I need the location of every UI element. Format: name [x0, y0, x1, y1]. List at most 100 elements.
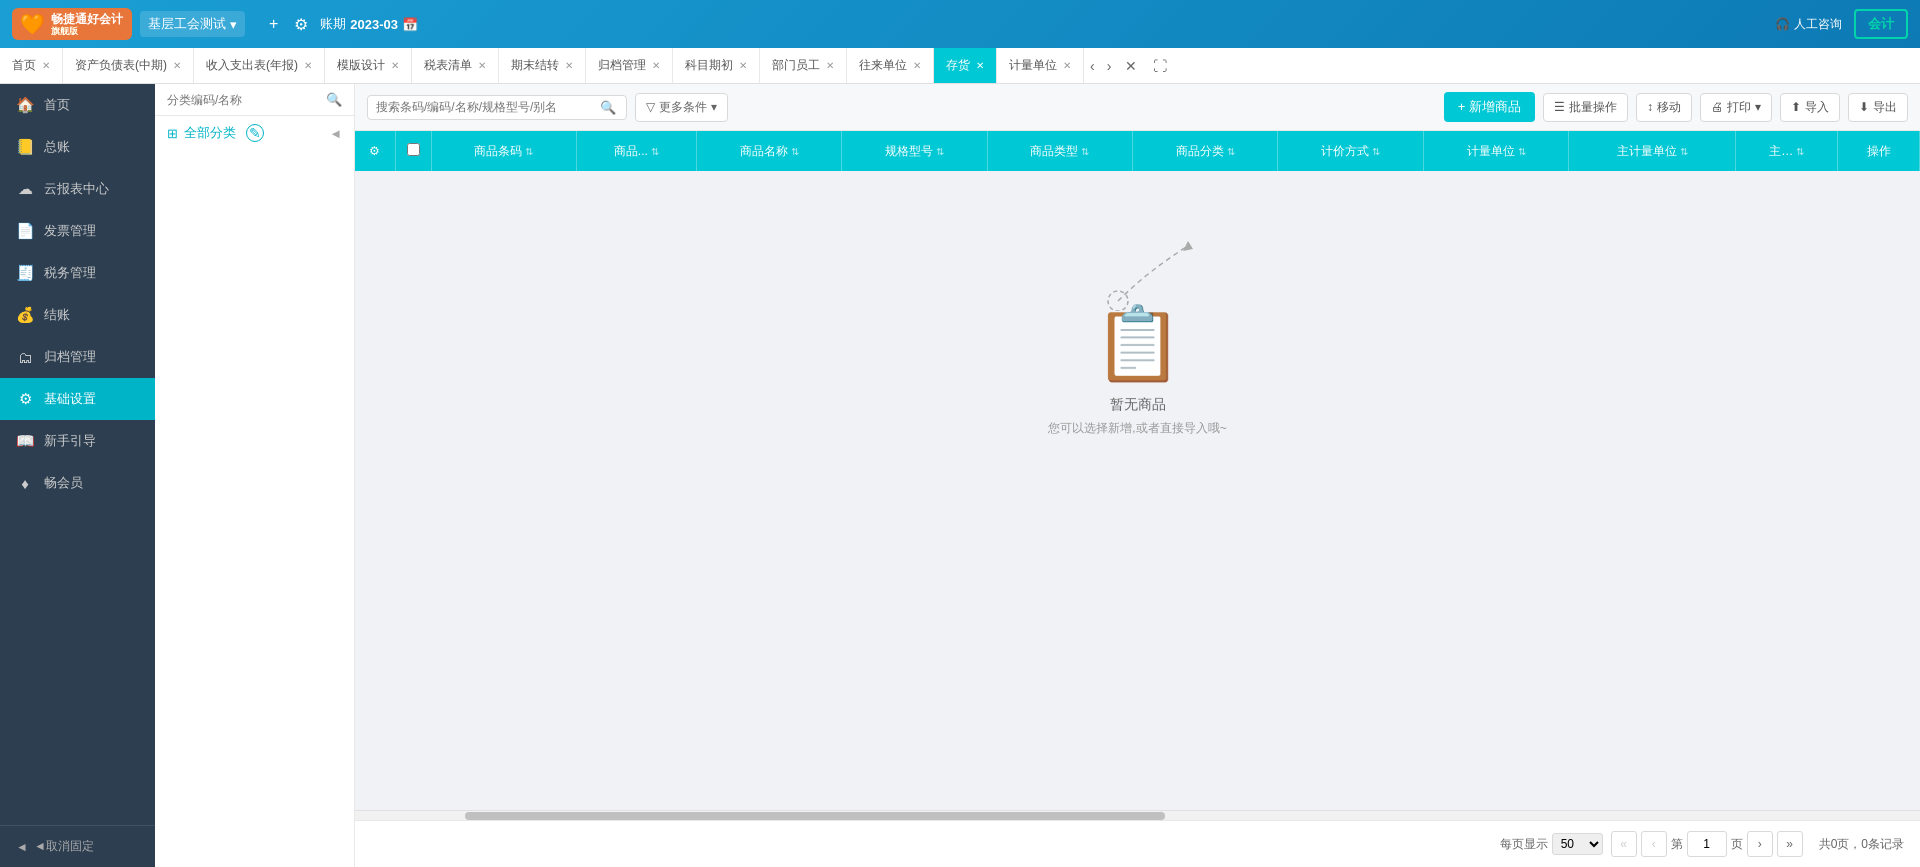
- tab-archive[interactable]: 归档管理 ✕: [586, 48, 673, 84]
- tab-tax-list[interactable]: 税表清单 ✕: [412, 48, 499, 84]
- col-main-unit-sort-icon[interactable]: ⇅: [1680, 146, 1688, 157]
- account-button[interactable]: 会计: [1854, 9, 1908, 39]
- sidebar-item-archive[interactable]: 🗂 归档管理: [0, 336, 155, 378]
- col-extra-sort-icon[interactable]: ⇅: [1796, 146, 1804, 157]
- empty-icon: 📋: [1093, 301, 1183, 386]
- sidebar-item-member[interactable]: ♦ 畅会员: [0, 462, 155, 504]
- col-unit-sort-icon[interactable]: ⇅: [1518, 146, 1526, 157]
- product-search-icon[interactable]: 🔍: [600, 100, 616, 115]
- col-unit-label: 计量单位: [1467, 143, 1515, 160]
- sidebar-item-guide-label: 新手引导: [44, 432, 96, 450]
- page-prev-button[interactable]: ‹: [1641, 831, 1667, 857]
- tab-subject-init[interactable]: 科目期初 ✕: [673, 48, 760, 84]
- page-first-button[interactable]: «: [1611, 831, 1637, 857]
- page-number-input[interactable]: [1687, 831, 1727, 857]
- sidebar-item-settings[interactable]: ⚙ 基础设置: [0, 378, 155, 420]
- tab-unit[interactable]: 计量单位 ✕: [997, 48, 1084, 84]
- tab-period-close[interactable]: ✕: [565, 60, 573, 71]
- tab-dept-close[interactable]: ✕: [826, 60, 834, 71]
- col-code-sort-icon[interactable]: ⇅: [651, 146, 659, 157]
- tab-close-all[interactable]: ✕: [1117, 48, 1145, 84]
- calendar-icon[interactable]: 📅: [402, 17, 418, 32]
- sidebar-item-ledger[interactable]: 📒 总账: [0, 126, 155, 168]
- tab-inventory-close[interactable]: ✕: [976, 60, 984, 71]
- page-next-button[interactable]: ›: [1747, 831, 1773, 857]
- tab-balance-sheet[interactable]: 资产负债表(中期) ✕: [63, 48, 194, 84]
- col-price-sort-icon[interactable]: ⇅: [1372, 146, 1380, 157]
- svg-marker-0: [1183, 241, 1193, 251]
- tab-subject-close[interactable]: ✕: [739, 60, 747, 71]
- tab-archive-close[interactable]: ✕: [652, 60, 660, 71]
- col-category: 商品分类 ⇅: [1133, 131, 1278, 171]
- tab-inventory[interactable]: 存货 ✕: [934, 48, 997, 84]
- col-type: 商品类型 ⇅: [987, 131, 1132, 171]
- sidebar-item-cloud-report[interactable]: ☁ 云报表中心: [0, 168, 155, 210]
- account-label: 会计: [1868, 16, 1894, 31]
- col-gear[interactable]: ⚙: [355, 131, 395, 171]
- col-main-unit-label: 主计量单位: [1617, 143, 1677, 160]
- print-button[interactable]: 🖨 打印 ▾: [1700, 93, 1772, 122]
- tab-tax-close[interactable]: ✕: [478, 60, 486, 71]
- tab-scroll-left[interactable]: ‹: [1084, 48, 1101, 84]
- tab-template[interactable]: 模版设计 ✕: [325, 48, 412, 84]
- col-category-sort-icon[interactable]: ⇅: [1227, 146, 1235, 157]
- horizontal-scrollbar-thumb[interactable]: [465, 812, 1165, 820]
- col-name-sort-icon[interactable]: ⇅: [791, 146, 799, 157]
- tab-home[interactable]: 首页 ✕: [0, 48, 63, 84]
- app-logo[interactable]: 🧡 畅捷通好会计 旗舰版: [12, 8, 132, 40]
- sidebar-item-guide[interactable]: 📖 新手引导: [0, 420, 155, 462]
- tab-expand[interactable]: ⛶: [1145, 48, 1175, 84]
- tab-contacts-close[interactable]: ✕: [913, 60, 921, 71]
- search-wrapper: 🔍: [367, 95, 627, 120]
- page-last-button[interactable]: »: [1777, 831, 1803, 857]
- more-filter-button[interactable]: ▽ 更多条件 ▾: [635, 93, 728, 122]
- tab-balance-close[interactable]: ✕: [173, 60, 181, 71]
- add-product-button[interactable]: + 新增商品: [1444, 92, 1535, 122]
- col-checkbox[interactable]: [395, 131, 431, 171]
- sidebar-item-settings-label: 基础设置: [44, 390, 96, 408]
- sidebar-item-settlement[interactable]: 💰 结账: [0, 294, 155, 336]
- col-spec: 规格型号 ⇅: [842, 131, 987, 171]
- empty-state: 📋 暂无商品 您可以选择新增,或者直接导入哦~: [355, 171, 1920, 497]
- col-name: 商品名称 ⇅: [696, 131, 841, 171]
- batch-op-label: 批量操作: [1569, 99, 1617, 116]
- col-spec-sort-icon[interactable]: ⇅: [936, 146, 944, 157]
- col-type-sort-icon[interactable]: ⇅: [1081, 146, 1089, 157]
- horizontal-scrollbar[interactable]: [355, 810, 1920, 820]
- category-search-bar: 🔍: [155, 84, 354, 116]
- tab-template-close[interactable]: ✕: [391, 60, 399, 71]
- category-edit-icon[interactable]: ✎: [246, 124, 264, 142]
- move-button[interactable]: ↕ 移动: [1636, 93, 1692, 122]
- sidebar-item-home[interactable]: 🏠 首页: [0, 84, 155, 126]
- category-search-icon[interactable]: 🔍: [326, 92, 342, 107]
- settings-icon[interactable]: ⚙: [290, 11, 312, 38]
- sidebar-item-invoice[interactable]: 📄 发票管理: [0, 210, 155, 252]
- category-collapse-icon[interactable]: ◄: [329, 126, 342, 141]
- product-search-input[interactable]: [376, 100, 596, 114]
- batch-op-button[interactable]: ☰ 批量操作: [1543, 93, 1628, 122]
- sidebar-item-tax[interactable]: 🧾 税务管理: [0, 252, 155, 294]
- pin-label: ◄取消固定: [34, 838, 94, 855]
- tab-period-carry-label: 期末结转: [511, 57, 559, 74]
- chevron-down-icon: ▾: [230, 17, 237, 32]
- consult-button[interactable]: 🎧 人工咨询: [1775, 16, 1842, 33]
- tab-income[interactable]: 收入支出表(年报) ✕: [194, 48, 325, 84]
- tab-dept-staff[interactable]: 部门员工 ✕: [760, 48, 847, 84]
- tab-home-close[interactable]: ✕: [42, 60, 50, 71]
- sidebar-pin-toggle[interactable]: ◄ ◄取消固定: [0, 825, 155, 867]
- right-content: 🔍 ▽ 更多条件 ▾ + 新增商品 ☰ 批量操作: [355, 84, 1920, 867]
- export-button[interactable]: ⬇ 导出: [1848, 93, 1908, 122]
- tab-period-carry[interactable]: 期末结转 ✕: [499, 48, 586, 84]
- category-all[interactable]: ⊞ 全部分类 ✎ ◄: [155, 116, 354, 150]
- import-button[interactable]: ⬆ 导入: [1780, 93, 1840, 122]
- add-icon[interactable]: +: [265, 11, 282, 37]
- tab-unit-close[interactable]: ✕: [1063, 60, 1071, 71]
- company-selector[interactable]: 基层工会测试 ▾: [140, 11, 245, 37]
- col-barcode-sort-icon[interactable]: ⇅: [525, 146, 533, 157]
- tab-income-close[interactable]: ✕: [304, 60, 312, 71]
- select-all-checkbox[interactable]: [407, 143, 420, 156]
- tab-scroll-right[interactable]: ›: [1101, 48, 1118, 84]
- tab-contacts[interactable]: 往来单位 ✕: [847, 48, 934, 84]
- category-search-input[interactable]: [167, 93, 326, 107]
- per-page-select[interactable]: 50 10 20 100: [1552, 833, 1603, 855]
